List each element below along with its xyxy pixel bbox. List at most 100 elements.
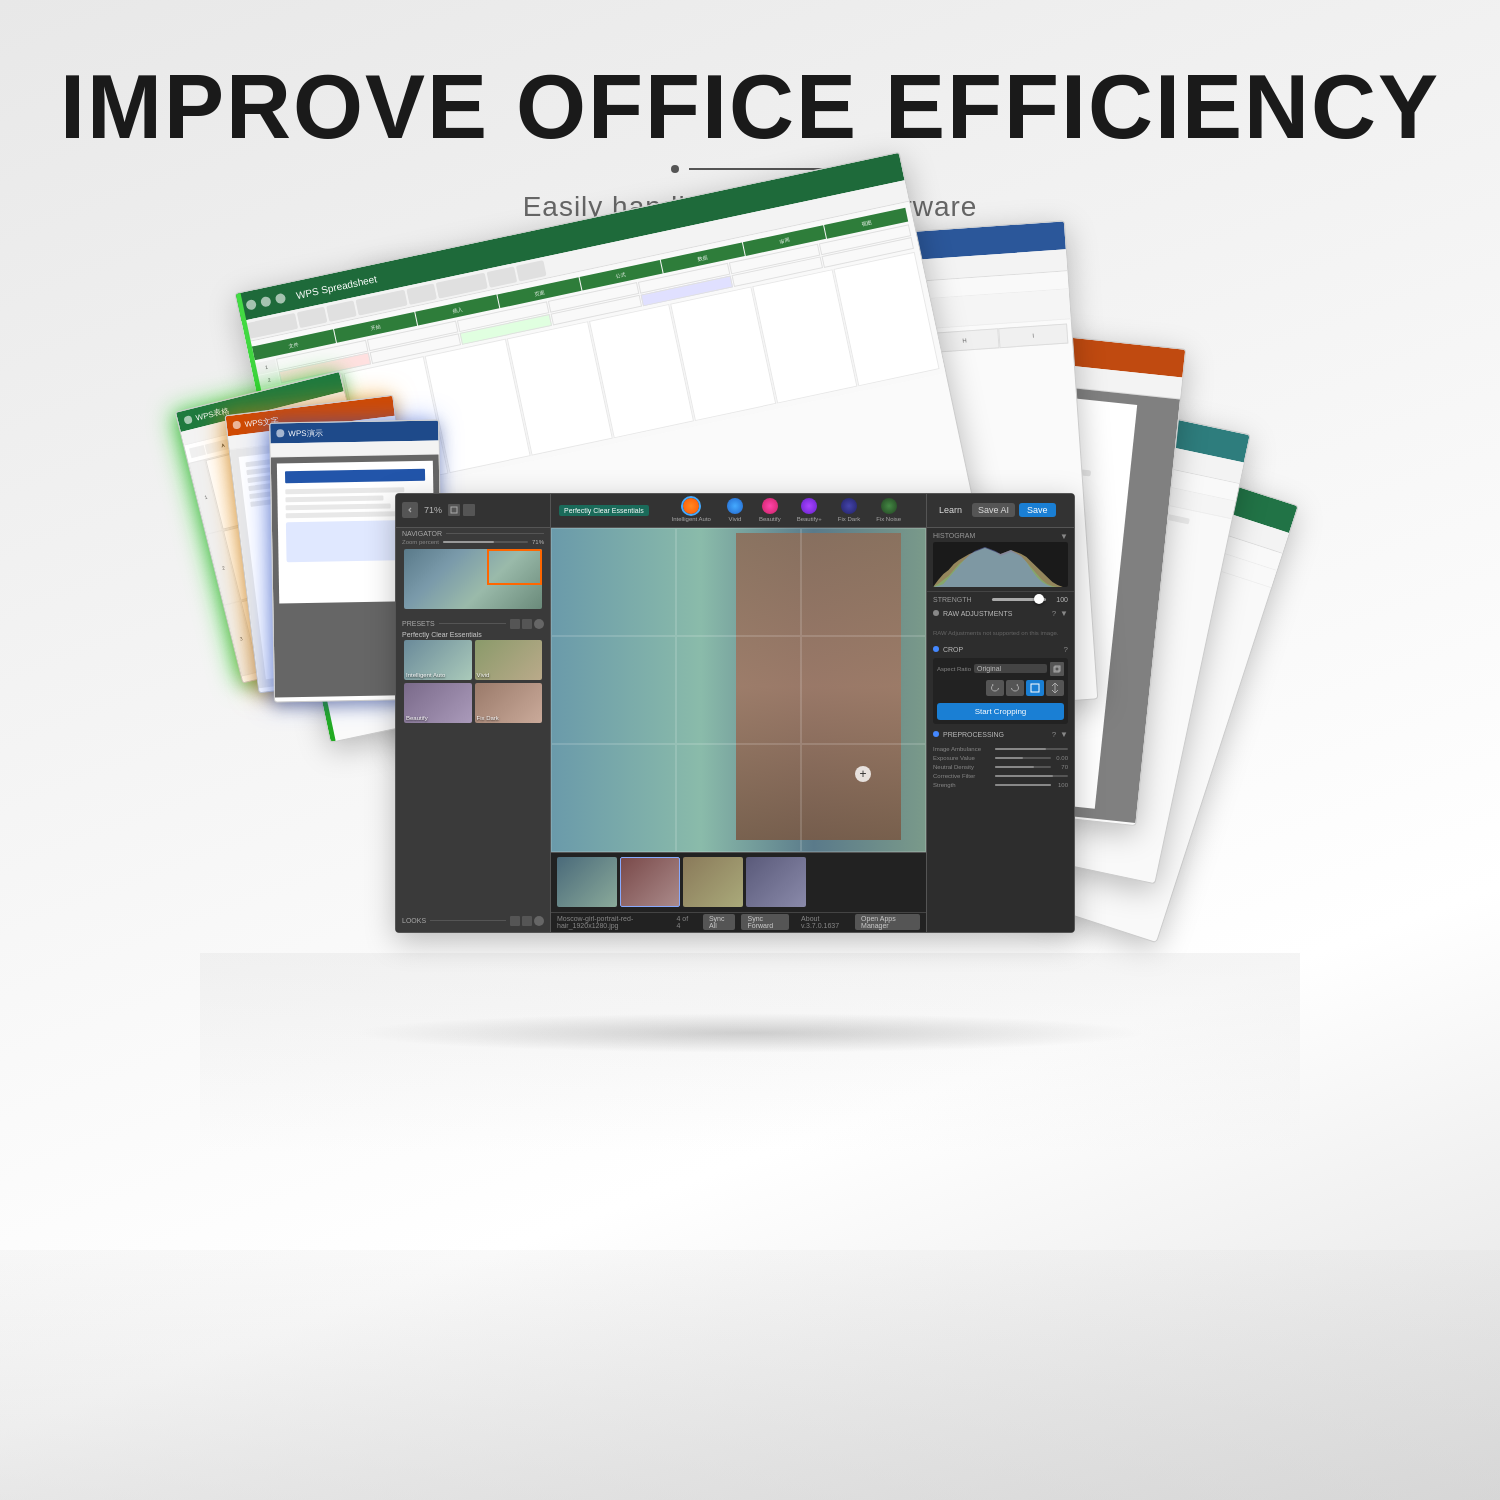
exposure-slider[interactable] xyxy=(995,757,1051,759)
vivid-icon xyxy=(727,498,743,514)
film-thumb-3[interactable] xyxy=(683,857,743,907)
zoom-btn2[interactable] xyxy=(463,504,475,516)
crop-rotate-right-btn[interactable] xyxy=(1006,680,1024,696)
exposure-row: Exposure Value 0.00 xyxy=(933,755,1068,761)
preprocessing-help-btn[interactable]: ? xyxy=(1052,730,1056,739)
content-wrapper: IMPROVE OFFICE EFFICIENCY Easily handle … xyxy=(0,0,1500,1033)
preprocessing-expand[interactable]: ▼ xyxy=(1060,730,1068,739)
zoom-slider-fill xyxy=(443,541,494,543)
preset-item[interactable]: Intelligent Auto xyxy=(404,640,472,680)
neutral-density-slider[interactable] xyxy=(995,766,1051,768)
film-thumb-1[interactable] xyxy=(557,857,617,907)
preset-item[interactable]: Beautify xyxy=(404,683,472,723)
slider-fill xyxy=(995,775,1053,777)
add-overlay-btn[interactable]: + xyxy=(855,766,871,782)
raw-dot xyxy=(933,610,939,616)
slider-fill xyxy=(995,748,1046,750)
preprocessing-controls: Image Ambulance Exposure Value 0 xyxy=(933,742,1068,795)
sw-dot xyxy=(232,420,241,429)
toolbar-btn xyxy=(326,299,357,320)
slider-fill xyxy=(995,766,1034,768)
crop-rotate-left-btn[interactable] xyxy=(986,680,1004,696)
strength-slider[interactable] xyxy=(992,598,1046,601)
presets-section: PRESETS Perfectly Clear Essentials xyxy=(396,617,550,914)
crop-label: CROP xyxy=(943,646,1060,653)
looks-icon-btn[interactable] xyxy=(522,916,532,926)
crop-section-header: CROP ? xyxy=(933,645,1068,654)
tab-beautify[interactable]: Beautify xyxy=(754,496,786,524)
editor-statusbar: Moscow-girl-portrait-red-hair_1920x1280.… xyxy=(551,912,926,932)
preset-help-btn[interactable] xyxy=(534,619,544,629)
crop-active-mode-btn[interactable] xyxy=(1026,680,1044,696)
zoom-back-btn[interactable] xyxy=(402,502,418,518)
save-button[interactable]: Save xyxy=(1019,503,1056,517)
right-topbar: Learn Save AI Save xyxy=(927,494,1074,528)
tab-fix-noise[interactable]: Fix Noise xyxy=(871,496,906,524)
neutral-density-value: 70 xyxy=(1053,764,1068,770)
tab-fix-dark-label: Fix Dark xyxy=(838,516,860,522)
sync-forward-btn[interactable]: Sync Forward xyxy=(741,914,789,930)
zoom-slider[interactable] xyxy=(443,541,528,543)
auto-icon xyxy=(683,498,699,514)
tb-dot xyxy=(260,295,272,307)
corrective-filter-label: Corrective Filter xyxy=(933,773,993,779)
preset-name-row: Perfectly Clear Essentials xyxy=(396,631,550,640)
tb-dot xyxy=(245,298,257,310)
strength-handle[interactable] xyxy=(1034,594,1044,604)
corrective-filter-slider[interactable] xyxy=(995,775,1068,777)
learn-button[interactable]: Learn xyxy=(933,503,968,517)
crop-grid xyxy=(551,528,926,852)
preset-icon-btn[interactable] xyxy=(510,619,520,629)
neutral-density-label: Neutral Density xyxy=(933,764,993,770)
editor-right-panel: Learn Save AI Save HISTOGRAM ▼ xyxy=(926,494,1074,932)
count-text: 4 of 4 xyxy=(677,915,691,929)
presets-icons xyxy=(510,619,544,629)
crop-flip-btn[interactable] xyxy=(1046,680,1064,696)
raw-section-header: RAW ADJUSTMENTS ? ▼ xyxy=(933,609,1068,618)
toolbar-btn xyxy=(486,265,517,286)
crop-help-btn[interactable]: ? xyxy=(1064,645,1068,654)
editor-center-panel: Perfectly Clear Essentials Intelligent A… xyxy=(551,494,926,932)
looks-icons xyxy=(510,916,544,926)
image-ambulance-row: Image Ambulance xyxy=(933,746,1068,752)
rotate-right-icon xyxy=(1010,683,1020,693)
raw-toggle[interactable]: ? xyxy=(1052,609,1056,618)
page-reflection xyxy=(0,1250,1500,1500)
navigator-header: NAVIGATOR xyxy=(396,528,550,539)
beautify-plus-icon xyxy=(801,498,817,514)
open-apps-btn[interactable]: Open Apps Manager xyxy=(855,914,920,930)
film-thumb-2[interactable] xyxy=(620,857,680,907)
strength-row: STRENGTH 100 xyxy=(933,596,1068,603)
strength2-slider[interactable] xyxy=(995,784,1051,786)
fan-reflection xyxy=(200,953,1300,1153)
aspect-ratio-select[interactable]: Original xyxy=(974,664,1047,673)
zoom-fit-btn[interactable] xyxy=(448,504,460,516)
tab-vivid[interactable]: Vivid xyxy=(722,496,748,524)
start-cropping-button[interactable]: Start Cropping xyxy=(937,703,1064,720)
aspect-value: Original xyxy=(977,665,1001,672)
editor-layout: 71% NAVIGATOR Zoom p xyxy=(396,494,1074,932)
film-thumb-4[interactable] xyxy=(746,857,806,907)
rotate-left-icon xyxy=(990,683,1000,693)
raw-expand[interactable]: ▼ xyxy=(1060,609,1068,618)
looks-help-btn[interactable] xyxy=(534,916,544,926)
tab-intelligent-auto[interactable]: Intelligent Auto xyxy=(667,496,716,524)
sync-all-btn[interactable]: Sync All xyxy=(703,914,736,930)
grid-cell: I xyxy=(998,323,1068,348)
aspect-copy-btn[interactable] xyxy=(1050,662,1064,676)
histogram-section: HISTOGRAM ▼ xyxy=(927,528,1074,592)
save-ai-button[interactable]: Save AI xyxy=(972,503,1015,517)
svg-marker-6 xyxy=(992,684,994,686)
image-ambulance-slider[interactable] xyxy=(995,748,1068,750)
crop-dot xyxy=(933,646,939,652)
tab-beautify-plus[interactable]: Beautify+ xyxy=(792,496,827,524)
preset-item[interactable]: Fix Dark xyxy=(475,683,543,723)
preset-icon-btn[interactable] xyxy=(522,619,532,629)
looks-icon-btn[interactable] xyxy=(510,916,520,926)
editor-left-toolbar: 71% xyxy=(396,494,550,528)
tab-vivid-label: Vivid xyxy=(729,516,742,522)
tab-fix-dark[interactable]: Fix Dark xyxy=(833,496,865,524)
hist-menu-icon[interactable]: ▼ xyxy=(1060,532,1068,541)
tab-auto-label: Intelligent Auto xyxy=(672,516,711,522)
preset-item[interactable]: Vivid xyxy=(475,640,543,680)
